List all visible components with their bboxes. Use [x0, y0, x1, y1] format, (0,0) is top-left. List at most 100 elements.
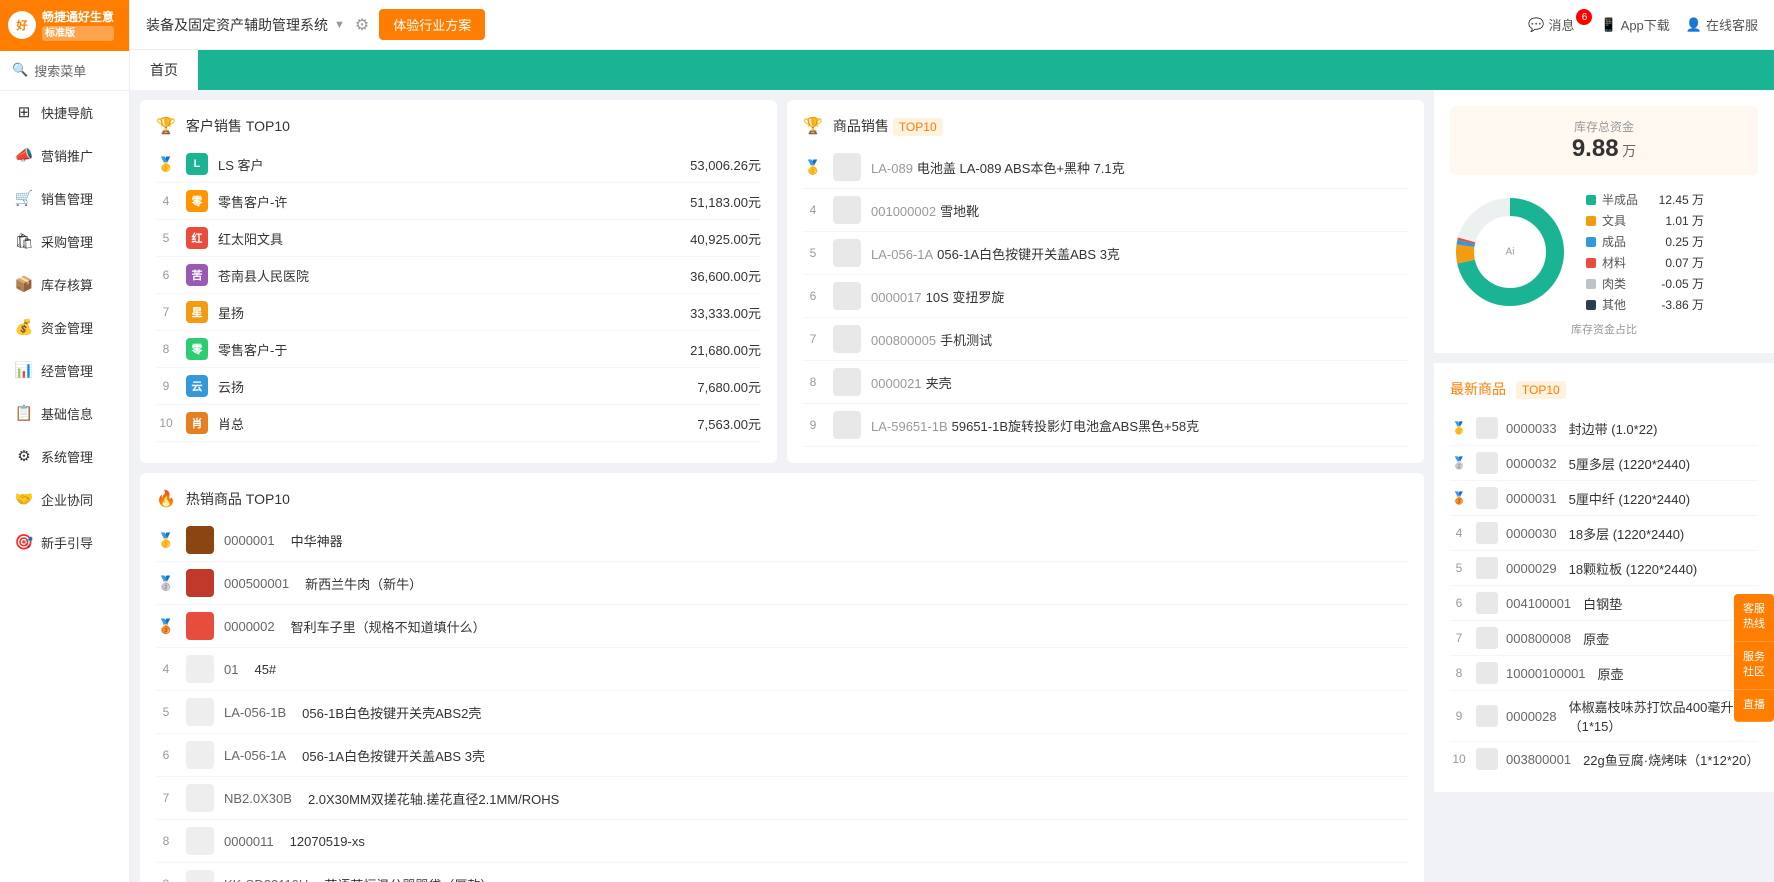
hot-img-1 [186, 526, 214, 554]
app-download-item[interactable]: 📱 App下载 [1600, 15, 1669, 34]
sidebar-item-basic-info[interactable]: 📋 基础信息 [0, 392, 129, 435]
legend-item-3: 材料 0.07 万 [1586, 254, 1704, 271]
settings-icon[interactable]: ⚙ [355, 15, 369, 35]
sidebar-item-quick-nav[interactable]: ⊞ 快捷导航 [0, 91, 129, 134]
latest-item-5: 5 0000029 18颗粒板 (1220*2440) [1450, 551, 1758, 586]
search-icon: 🔍 [12, 62, 28, 78]
customer-ranking-list: 🥇 L LS 客户 53,006.26元 4 零 零售客户-许 51,183.0… [156, 146, 761, 442]
sidebar-item-guide[interactable]: 🎯 新手引导 [0, 521, 129, 564]
customer-avatar-3: 红 [186, 227, 208, 249]
latest-img-1 [1476, 417, 1498, 439]
sidebar: 好 畅捷通好生意 标准版 🔍 搜索菜单 ⊞ 快捷导航 📣 营销推广 🛒 销售管理… [0, 0, 130, 882]
sidebar-item-inventory[interactable]: 📦 库存核算 [0, 263, 129, 306]
customer-name-8: 肖总 [218, 414, 687, 433]
customer-amount-4: 36,600.00元 [690, 266, 761, 285]
customer-rank-7: 9 云 云扬 7,680.00元 [156, 368, 761, 405]
hot-medal-1: 🥇 [156, 530, 176, 550]
customer-avatar-5: 星 [186, 301, 208, 323]
product-rank-1: 🥇 LA-089电池盖 LA-089 ABS本色+黑种 7.1克 [803, 146, 1408, 189]
product-img-3 [833, 239, 861, 267]
latest-img-4 [1476, 522, 1498, 544]
latest-item-6: 6 004100001 白钢垫 [1450, 586, 1758, 621]
customer-top10-title: 客户销售 TOP10 [186, 116, 290, 136]
hot-product-1: 🥇 0000001 中华神器 [156, 519, 1408, 562]
system-name: 装备及固定资产辅助管理系统 ▼ [146, 15, 345, 35]
floating-btn-live[interactable]: 直播 [1734, 690, 1774, 722]
product-name-6: 0000021夹壳 [871, 373, 1408, 392]
right-panel: 库存总资金 9.88 万 [1434, 90, 1774, 882]
home-icon: ⊞ [15, 103, 33, 121]
latest-top-badge: TOP10 [1516, 381, 1566, 399]
customer-rank-3: 5 红 红太阳文具 40,925.00元 [156, 220, 761, 257]
latest-item-2: 🥈 0000032 5厘多层 (1220*2440) [1450, 446, 1758, 481]
legend-dot-2 [1586, 237, 1596, 247]
trophy-icon: 🏆 [156, 116, 176, 136]
customer-top10-card: 🏆 客户销售 TOP10 🥇 L LS 客户 53,006.26元 4 零 [140, 100, 777, 463]
sidebar-item-system[interactable]: ⚙ 系统管理 [0, 435, 129, 478]
hot-products-title: 热销商品 TOP10 [186, 489, 290, 509]
floating-btn-community[interactable]: 服务社区 [1734, 642, 1774, 690]
hot-product-3: 🥉 0000002 智利车子里（规格不知道填什么） [156, 605, 1408, 648]
sidebar-item-sales[interactable]: 🛒 销售管理 [0, 177, 129, 220]
sidebar-item-operations[interactable]: 📊 经营管理 [0, 349, 129, 392]
system-icon: ⚙ [15, 447, 33, 465]
product-img-5 [833, 325, 861, 353]
hot-img-9 [186, 870, 214, 882]
sidebar-item-finance[interactable]: 💰 资金管理 [0, 306, 129, 349]
marketing-icon: 📣 [15, 146, 33, 164]
customer-rank-1: 🥇 L LS 客户 53,006.26元 [156, 146, 761, 183]
hot-product-7: 7 NB2.0X30B 2.0X30MM双搓花轴.搓花直径2.1MM/ROHS [156, 777, 1408, 820]
legend-item-5: 其他 -3.86 万 [1586, 296, 1704, 313]
trial-button[interactable]: 体验行业方案 [379, 9, 485, 40]
message-item[interactable]: 💬 消息 6 [1528, 15, 1584, 34]
customer-avatar-2: 零 [186, 190, 208, 212]
customer-rank-4: 6 苦 苍南县人民医院 36,600.00元 [156, 257, 761, 294]
product-rank-2: 4 001000002雪地靴 [803, 189, 1408, 232]
operations-icon: 📊 [15, 361, 33, 379]
legend-dot-5 [1586, 300, 1596, 310]
service-icon: 👤 [1686, 17, 1702, 33]
online-service-item[interactable]: 👤 在线客服 [1686, 15, 1758, 34]
product-name-4: 000001710S 变扭罗旋 [871, 287, 1408, 306]
search-menu-item[interactable]: 🔍 搜索菜单 [0, 51, 129, 91]
sidebar-item-marketing[interactable]: 📣 营销推广 [0, 134, 129, 177]
latest-products-list: 🥇 0000033 封边带 (1.0*22) 🥈 0000032 5厘多层 (1… [1450, 411, 1758, 776]
sidebar-item-enterprise[interactable]: 🤝 企业协同 [0, 478, 129, 521]
donut-center-label: Ai [1506, 247, 1515, 258]
nav-tabs: 首页 [130, 50, 1774, 90]
product-rank-7: 9 LA-59651-1B59651-1B旋转投影灯电池盒ABS黑色+58克 [803, 404, 1408, 447]
latest-item-4: 4 0000030 18多层 (1220*2440) [1450, 516, 1758, 551]
hot-products-list: 🥇 0000001 中华神器 🥈 000500001 新西兰牛肉（新牛） [156, 519, 1408, 882]
hot-img-6 [186, 741, 214, 769]
hot-products-header: 🔥 热销商品 TOP10 [156, 489, 1408, 509]
top10-section: 🏆 客户销售 TOP10 🥇 L LS 客户 53,006.26元 4 零 [140, 100, 1424, 463]
floating-btn-service[interactable]: 客服热线 [1734, 594, 1774, 642]
product-rank-4: 6 000001710S 变扭罗旋 [803, 275, 1408, 318]
app-logo: 好 畅捷通好生意 标准版 [0, 0, 129, 51]
inventory-amount: 9.88 [1572, 135, 1619, 162]
tab-home[interactable]: 首页 [130, 50, 198, 90]
hot-img-4 [186, 655, 214, 683]
customer-rank-8: 10 肖 肖总 7,563.00元 [156, 405, 761, 442]
dropdown-icon[interactable]: ▼ [334, 19, 345, 31]
latest-item-9: 9 0000028 体椒嘉枝味苏打饮品400毫升（1*15） [1450, 691, 1758, 742]
hot-img-7 [186, 784, 214, 812]
product-rank-5: 7 000800005手机测试 [803, 318, 1408, 361]
product-trophy-icon: 🏆 [803, 116, 823, 136]
logo-text: 畅捷通好生意 标准版 [42, 10, 114, 41]
latest-products-card: 最新商品 TOP10 🥇 0000033 封边带 (1.0*22) 🥈 0000… [1434, 363, 1774, 792]
latest-item-8: 8 10000100001 原壶 [1450, 656, 1758, 691]
customer-name-2: 零售客户-许 [218, 192, 680, 211]
sidebar-item-purchase[interactable]: 🛍 采购管理 [0, 220, 129, 263]
legend-item-2: 成品 0.25 万 [1586, 233, 1704, 250]
fire-icon: 🔥 [156, 489, 176, 509]
product-name-3: LA-056-1A056-1A白色按键开关盖ABS 3克 [871, 244, 1408, 263]
customer-name-5: 星扬 [218, 303, 680, 322]
latest-img-7 [1476, 627, 1498, 649]
customer-amount-8: 7,563.00元 [697, 414, 761, 433]
latest-item-3: 🥉 0000031 5厘中纤 (1220*2440) [1450, 481, 1758, 516]
legend-dot-1 [1586, 216, 1596, 226]
rank-medal-1: 🥇 [156, 154, 176, 174]
logo-icon: 好 [8, 11, 36, 39]
legend-item-4: 肉类 -0.05 万 [1586, 275, 1704, 292]
